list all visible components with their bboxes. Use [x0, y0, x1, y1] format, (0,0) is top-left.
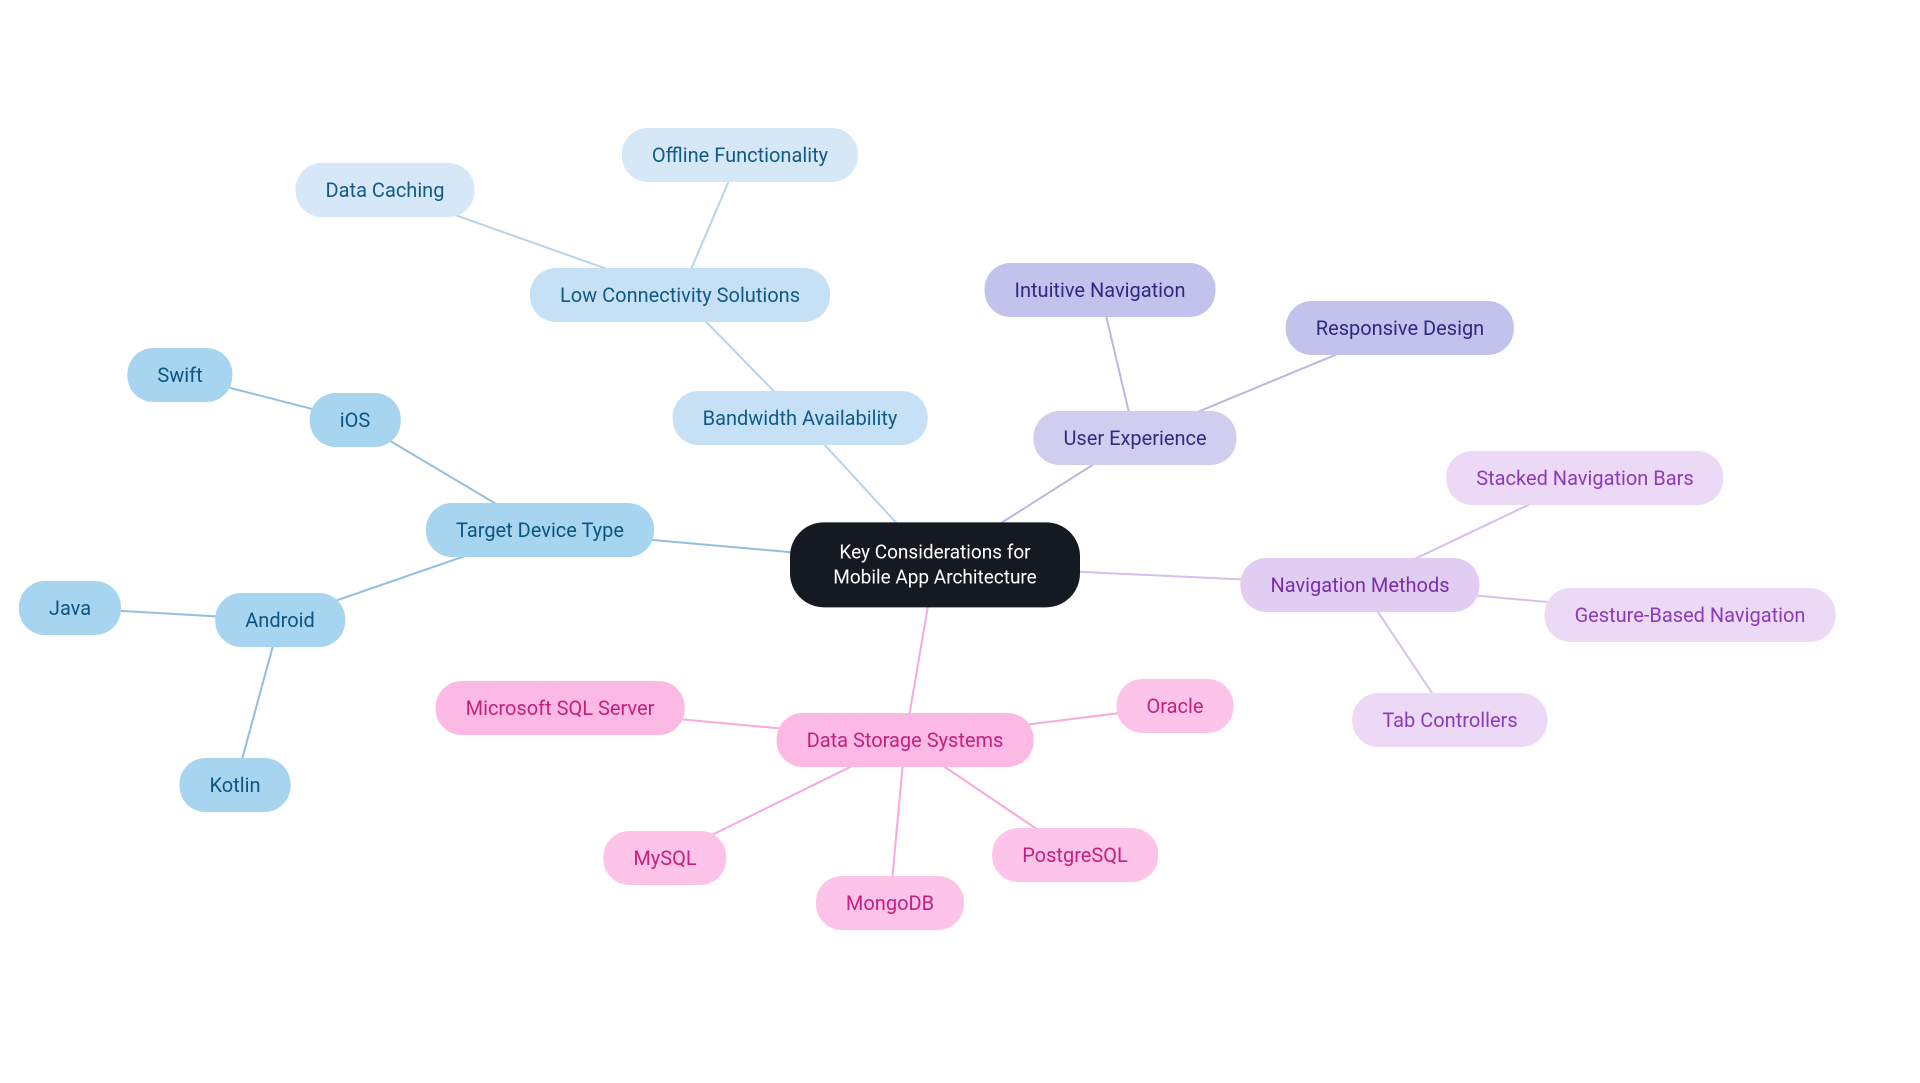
edge [993, 461, 1098, 528]
bandwidth-availability[interactable]: Bandwidth Availability [673, 391, 928, 445]
edge [242, 645, 273, 760]
target-device-type[interactable]: Target Device Type [426, 503, 654, 557]
low-connectivity-solutions[interactable]: Low Connectivity Solutions [530, 268, 830, 322]
edge [704, 320, 776, 394]
offline-functionality[interactable]: Offline Functionality [622, 128, 858, 182]
edge [704, 763, 858, 839]
edge [1187, 350, 1347, 417]
edge [691, 180, 730, 270]
tab-controllers[interactable]: Tab Controllers [1352, 693, 1547, 747]
edge [644, 539, 798, 553]
ios[interactable]: iOS [310, 393, 401, 447]
edge [1377, 610, 1434, 696]
edge [823, 443, 899, 526]
data-storage-systems[interactable]: Data Storage Systems [777, 713, 1034, 767]
stacked-navigation-bars[interactable]: Stacked Navigation Bars [1446, 451, 1723, 505]
navigation-methods[interactable]: Navigation Methods [1240, 558, 1479, 612]
data-caching[interactable]: Data Caching [296, 163, 475, 217]
mongodb[interactable]: MongoDB [816, 876, 964, 930]
intuitive-navigation[interactable]: Intuitive Navigation [985, 263, 1216, 317]
mindmap-canvas: Key Considerations for Mobile App Archit… [0, 0, 1920, 1083]
edge [1408, 501, 1536, 562]
swift[interactable]: Swift [127, 348, 232, 402]
microsoft-sql-server[interactable]: Microsoft SQL Server [436, 681, 685, 735]
edge [1106, 315, 1129, 413]
gesture-based-navigation[interactable]: Gesture-Based Navigation [1545, 588, 1836, 642]
mysql[interactable]: MySQL [603, 831, 726, 885]
edge [440, 209, 617, 272]
android[interactable]: Android [215, 593, 345, 647]
edge [385, 438, 500, 507]
edge [940, 764, 1041, 832]
edge [892, 765, 902, 878]
edge [1076, 572, 1245, 580]
edge [671, 718, 790, 729]
postgresql[interactable]: PostgreSQL [992, 828, 1158, 882]
edge [327, 551, 479, 604]
java[interactable]: Java [19, 581, 121, 635]
edge [225, 387, 316, 410]
user-experience[interactable]: User Experience [1033, 411, 1236, 465]
kotlin[interactable]: Kotlin [179, 758, 290, 812]
edge [909, 606, 928, 715]
root-node[interactable]: Key Considerations for Mobile App Archit… [790, 522, 1080, 607]
edge [119, 611, 218, 617]
responsive-design[interactable]: Responsive Design [1286, 301, 1514, 355]
oracle[interactable]: Oracle [1117, 679, 1234, 733]
